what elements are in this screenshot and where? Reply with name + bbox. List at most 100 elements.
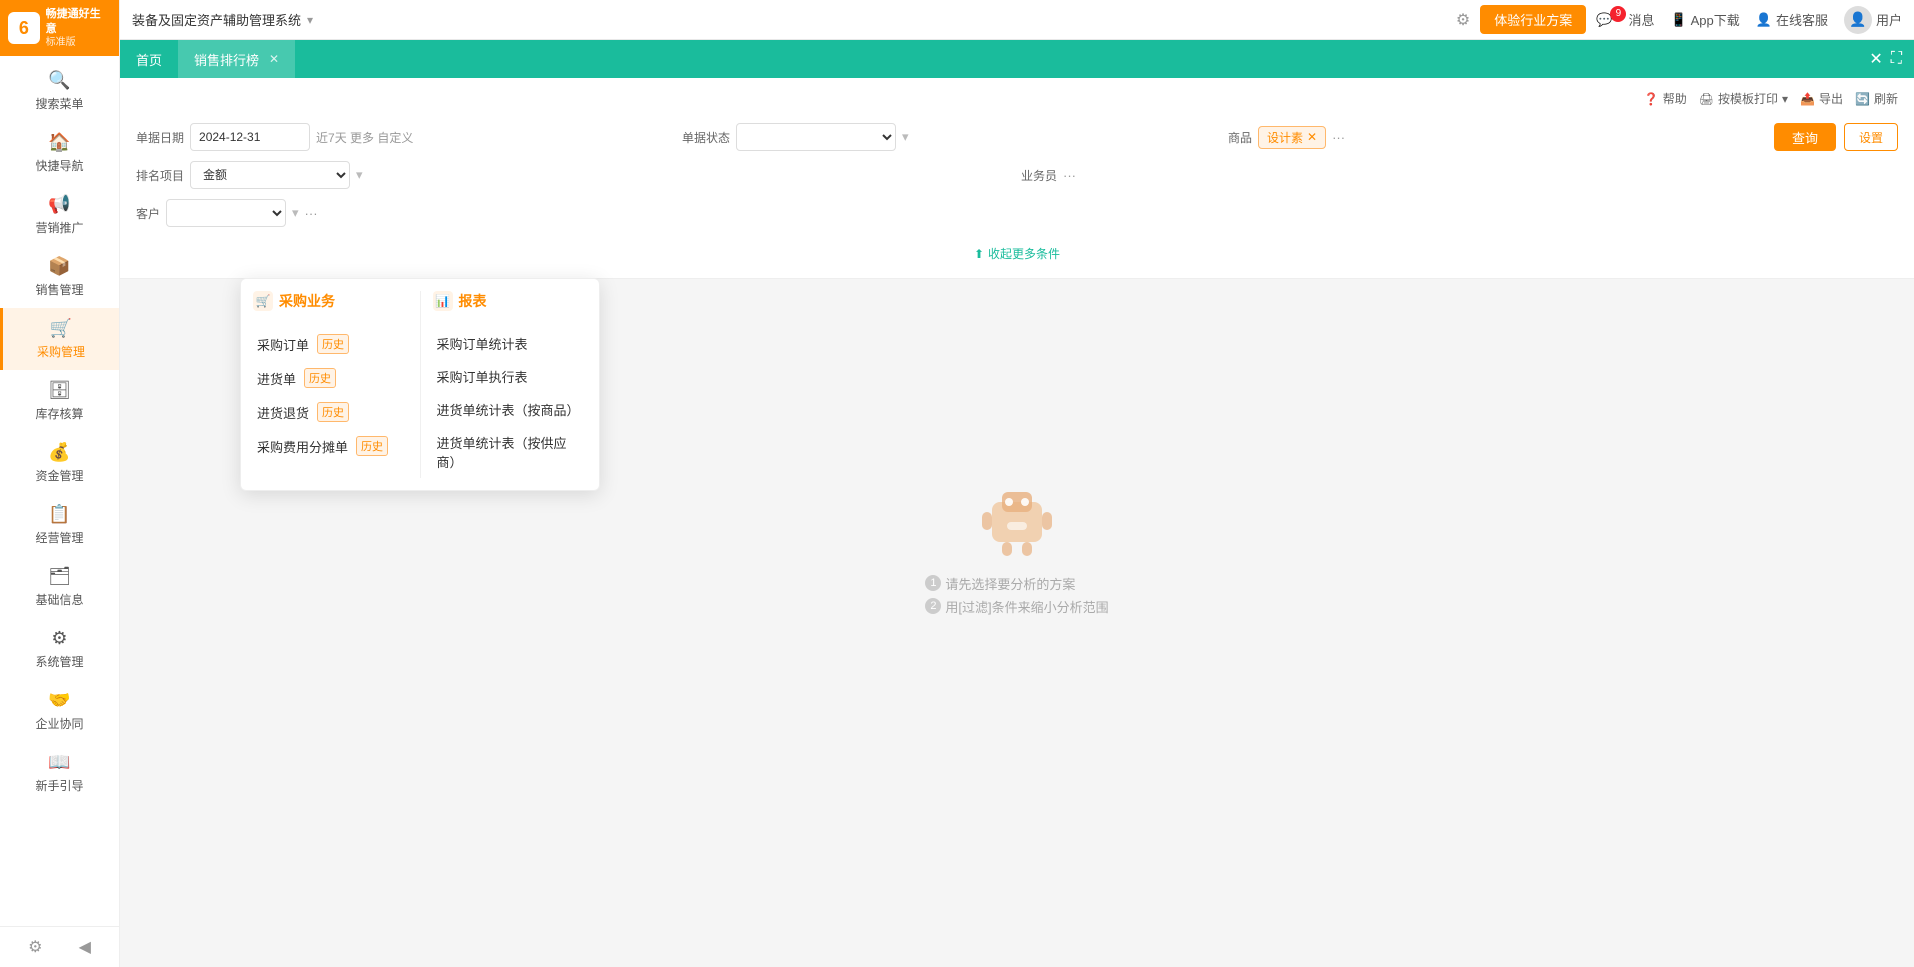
date-input[interactable] bbox=[190, 123, 310, 151]
messages-btn[interactable]: 💬 9 消息 bbox=[1596, 10, 1654, 29]
history-badge-1: 历史 bbox=[304, 368, 336, 388]
tabbar-actions: ✕ ⛶ bbox=[1857, 49, 1914, 69]
sidebar-item-sales[interactable]: 📦 销售管理 bbox=[0, 246, 119, 308]
system-icon: ⚙ bbox=[51, 628, 67, 649]
sidebar-item-system[interactable]: ⚙ 系统管理 bbox=[0, 618, 119, 680]
sales-icon: 📦 bbox=[48, 256, 70, 277]
finance-icon: 💰 bbox=[48, 442, 70, 463]
operations-icon: 📋 bbox=[48, 504, 70, 525]
cooperation-icon: 🤝 bbox=[48, 690, 70, 711]
phone-icon: 📱 bbox=[1670, 12, 1686, 28]
tab-expand-icon[interactable]: ⛶ bbox=[1891, 50, 1902, 68]
status-filter-group: 单据状态 ▾ bbox=[682, 123, 1220, 151]
sidebar-nav: 🔍 搜索菜单 🏠 快捷导航 📢 营销推广 📦 销售管理 🛒 采购管理 🗄 库存核… bbox=[0, 56, 119, 926]
menu-item-receipt-by-supplier[interactable]: 进货单统计表（按供应商） bbox=[433, 426, 588, 478]
sidebar-bottom: ⚙ ◀ bbox=[0, 926, 119, 967]
main-area: 装备及固定资产辅助管理系统 ▾ ⚙ 体验行业方案 💬 9 消息 📱 App下载 … bbox=[120, 0, 1914, 967]
topbar-right: 💬 9 消息 📱 App下载 👤 在线客服 👤 用户 bbox=[1596, 6, 1902, 34]
salesperson-dots[interactable]: ··· bbox=[1063, 168, 1076, 183]
industry-btn[interactable]: 体验行业方案 bbox=[1480, 5, 1586, 34]
menu-item-purchase-order[interactable]: 采购订单 历史 bbox=[253, 327, 408, 361]
collapse-icon: ⬆ bbox=[974, 247, 984, 261]
sidebar-item-marketing[interactable]: 📢 营销推广 bbox=[0, 184, 119, 246]
filter-bar: ❓ 帮助 🖨 按模板打印 ▾ 📤 导出 🔄 刷新 bbox=[120, 78, 1914, 279]
menu-item-receipt-by-goods[interactable]: 进货单统计表（按商品） bbox=[433, 393, 588, 426]
user-btn[interactable]: 👤 用户 bbox=[1844, 6, 1902, 34]
tab-home[interactable]: 首页 bbox=[120, 40, 178, 78]
rank-filter-label: 排名项目 bbox=[136, 167, 184, 184]
sidebar-item-basics[interactable]: 🗂 基础信息 bbox=[0, 556, 119, 618]
marketing-icon: 📢 bbox=[48, 194, 70, 215]
logo-icon: 6 bbox=[8, 12, 40, 44]
sidebar-collapse-btn[interactable]: ◀ bbox=[79, 937, 91, 957]
print-arrow-icon: ▾ bbox=[1782, 92, 1788, 106]
dropdown-business-header: 🛒 采购业务 bbox=[253, 291, 408, 317]
customer-filter-group: 客户 ▾ ··· bbox=[136, 199, 1898, 227]
topbar: 装备及固定资产辅助管理系统 ▾ ⚙ 体验行业方案 💬 9 消息 📱 App下载 … bbox=[120, 0, 1914, 40]
help-btn[interactable]: ❓ 帮助 bbox=[1644, 90, 1687, 107]
sidebar-logo: 6 畅捷通好生意 标准版 bbox=[0, 0, 119, 56]
menu-item-order-exec[interactable]: 采购订单执行表 bbox=[433, 360, 588, 393]
print-icon: 🖨 bbox=[1699, 92, 1714, 106]
app-download-btn[interactable]: 📱 App下载 bbox=[1670, 10, 1739, 29]
sidebar-item-finance[interactable]: 💰 资金管理 bbox=[0, 432, 119, 494]
sidebar-item-guide[interactable]: 📖 新手引导 bbox=[0, 742, 119, 804]
service-icon: 👤 bbox=[1756, 12, 1772, 28]
empty-state-icon bbox=[972, 472, 1062, 562]
sidebar-item-operations[interactable]: 📋 经营管理 bbox=[0, 494, 119, 556]
topbar-arrow-icon: ▾ bbox=[307, 13, 313, 27]
sidebar-item-cooperation[interactable]: 🤝 企业协同 bbox=[0, 680, 119, 742]
purchase-icon: 🛒 bbox=[50, 318, 72, 339]
search-nav-icon: 🔍 bbox=[48, 70, 70, 91]
inventory-icon: 🗄 bbox=[48, 380, 71, 401]
rank-select[interactable]: 金额 bbox=[190, 161, 350, 189]
message-badge: 9 bbox=[1610, 6, 1626, 22]
tabbar: 首页 销售排行榜 ✕ ✕ ⛶ bbox=[120, 40, 1914, 78]
export-icon: 📤 bbox=[1800, 92, 1815, 106]
export-btn[interactable]: 📤 导出 bbox=[1800, 90, 1843, 107]
tab-close-all-icon[interactable]: ✕ bbox=[1869, 49, 1882, 69]
home-icon: 🏠 bbox=[48, 132, 70, 153]
salesperson-filter-label: 业务员 bbox=[1021, 167, 1057, 184]
menu-item-order-stats[interactable]: 采购订单统计表 bbox=[433, 327, 588, 360]
print-btn[interactable]: 🖨 按模板打印 ▾ bbox=[1699, 90, 1788, 107]
date-shortcuts: 近7天 更多 自定义 bbox=[316, 129, 413, 146]
menu-item-purchase-receipt[interactable]: 进货单 历史 bbox=[253, 361, 408, 395]
filter-row-1: 单据日期 近7天 更多 自定义 单据状态 ▾ 商品 设计素 ✕ bbox=[136, 123, 1898, 151]
sidebar: 6 畅捷通好生意 标准版 🔍 搜索菜单 🏠 快捷导航 📢 营销推广 📦 销售管理… bbox=[0, 0, 120, 967]
dropdown-report-col: 📊 报表 采购订单统计表 采购订单执行表 进货单统计表（按商品） 进货单统计表（… bbox=[420, 291, 600, 478]
query-btn[interactable]: 查询 bbox=[1774, 123, 1836, 151]
status-select[interactable] bbox=[736, 123, 896, 151]
tab-sales-rank[interactable]: 销售排行榜 ✕ bbox=[178, 40, 295, 78]
refresh-icon: 🔄 bbox=[1855, 92, 1870, 106]
help-icon: ❓ bbox=[1644, 92, 1659, 106]
customer-arrow: ▾ bbox=[292, 205, 299, 221]
empty-tip-2: 2 用[过滤]条件来缩小分析范围 bbox=[925, 597, 1108, 616]
sidebar-item-search[interactable]: 🔍 搜索菜单 bbox=[0, 60, 119, 122]
refresh-btn[interactable]: 🔄 刷新 bbox=[1855, 90, 1898, 107]
customer-select[interactable] bbox=[166, 199, 286, 227]
sidebar-item-quicknav[interactable]: 🏠 快捷导航 bbox=[0, 122, 119, 184]
goods-tag: 设计素 ✕ bbox=[1258, 126, 1326, 149]
sidebar-item-purchase[interactable]: 🛒 采购管理 bbox=[0, 308, 119, 370]
menu-item-purchase-return[interactable]: 进货退货 历史 bbox=[253, 395, 408, 429]
filter-row-2: 排名项目 金额 ▾ 业务员 ··· bbox=[136, 161, 1898, 189]
empty-tip-1: 1 请先选择要分析的方案 bbox=[925, 574, 1108, 593]
customer-dots[interactable]: ··· bbox=[305, 206, 318, 221]
tab-close-icon[interactable]: ✕ bbox=[269, 52, 279, 66]
sidebar-settings-btn[interactable]: ⚙ bbox=[28, 937, 42, 957]
online-service-btn[interactable]: 👤 在线客服 bbox=[1756, 10, 1828, 29]
goods-tag-close[interactable]: ✕ bbox=[1307, 130, 1317, 144]
history-badge-3: 历史 bbox=[356, 436, 388, 456]
goods-filter-group: 商品 设计素 ✕ ··· bbox=[1228, 126, 1766, 149]
menu-item-purchase-fee[interactable]: 采购费用分摊单 历史 bbox=[253, 429, 408, 463]
sidebar-item-inventory[interactable]: 🗄 库存核算 bbox=[0, 370, 119, 432]
goods-more-dots[interactable]: ··· bbox=[1332, 130, 1345, 145]
collapse-btn[interactable]: ⬆ 收起更多条件 bbox=[974, 241, 1060, 266]
salesperson-filter-group: 业务员 ··· bbox=[1021, 167, 1898, 184]
goods-filter-label: 商品 bbox=[1228, 129, 1252, 146]
user-avatar: 👤 bbox=[1844, 6, 1872, 34]
settings-btn[interactable]: 设置 bbox=[1844, 123, 1898, 151]
topbar-settings-icon[interactable]: ⚙ bbox=[1456, 10, 1470, 30]
rank-dots: ▾ bbox=[356, 167, 363, 183]
